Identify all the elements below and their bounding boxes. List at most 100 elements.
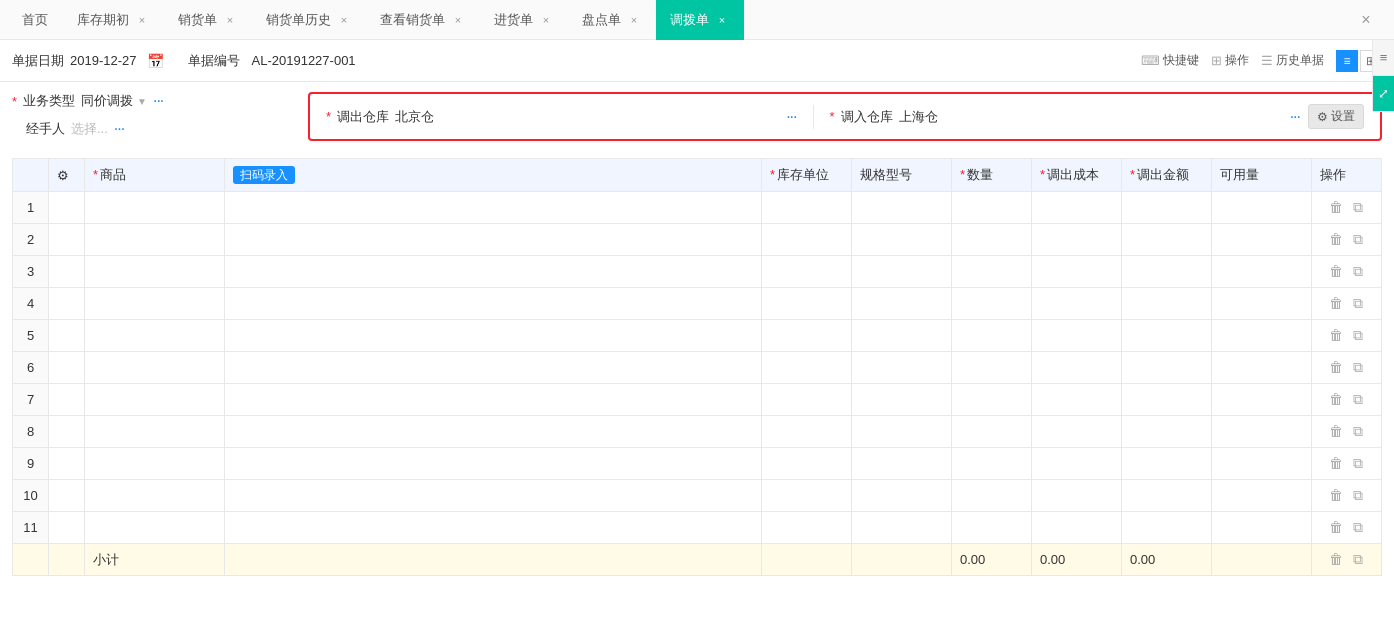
tab-close-sales-order[interactable]: × <box>223 13 237 27</box>
cell-product[interactable] <box>85 256 225 288</box>
cell-unit[interactable] <box>762 256 852 288</box>
cell-qty[interactable] <box>952 224 1032 256</box>
tab-sales-order[interactable]: 销货单 × <box>164 0 252 40</box>
cell-amount[interactable] <box>1122 352 1212 384</box>
biz-type-select[interactable]: 同价调拨 ▼ <box>81 92 147 110</box>
cell-unit[interactable] <box>762 448 852 480</box>
tab-stocktake[interactable]: 盘点单 × <box>568 0 656 40</box>
tab-home[interactable]: 首页 <box>8 0 63 40</box>
shortcut-btn[interactable]: ⌨ 快捷键 <box>1141 52 1199 69</box>
cell-cost[interactable] <box>1032 192 1122 224</box>
cell-amount[interactable] <box>1122 416 1212 448</box>
tab-sales-history[interactable]: 销货单历史 × <box>252 0 366 40</box>
handler-more-btn[interactable]: ··· <box>114 120 124 138</box>
cell-scan[interactable] <box>225 352 762 384</box>
cell-unit[interactable] <box>762 320 852 352</box>
history-btn[interactable]: ☰ 历史单据 <box>1261 52 1324 69</box>
delete-row-btn[interactable]: 🗑 <box>1327 294 1345 312</box>
cell-cost[interactable] <box>1032 416 1122 448</box>
tab-inventory-init[interactable]: 库存期初 × <box>63 0 164 40</box>
cell-product[interactable] <box>85 352 225 384</box>
cell-qty[interactable] <box>952 512 1032 544</box>
delete-row-btn[interactable]: 🗑 <box>1327 422 1345 440</box>
cell-available[interactable] <box>1212 448 1312 480</box>
tab-close-view-sales[interactable]: × <box>451 13 465 27</box>
cell-scan[interactable] <box>225 192 762 224</box>
cell-amount[interactable] <box>1122 320 1212 352</box>
copy-row-btn[interactable]: ⧉ <box>1349 199 1367 217</box>
copy-row-btn[interactable]: ⧉ <box>1349 295 1367 313</box>
scan-entry-btn[interactable]: 扫码录入 <box>233 166 295 184</box>
cell-product[interactable] <box>85 320 225 352</box>
cell-unit[interactable] <box>762 384 852 416</box>
cell-spec[interactable] <box>852 288 952 320</box>
tab-close-sales-history[interactable]: × <box>337 13 351 27</box>
cell-product[interactable] <box>85 448 225 480</box>
cell-cost[interactable] <box>1032 384 1122 416</box>
cell-scan[interactable] <box>225 384 762 416</box>
date-picker-icon[interactable]: 📅 <box>147 53 164 69</box>
handler-input[interactable]: 选择... <box>71 120 108 138</box>
cell-available[interactable] <box>1212 416 1312 448</box>
table-wrapper[interactable]: ⚙ *商品 扫码录入 *库存单位 规格型号 *数量 <box>12 158 1382 576</box>
cell-amount[interactable] <box>1122 512 1212 544</box>
delete-row-btn[interactable]: 🗑 <box>1327 390 1345 408</box>
copy-row-btn[interactable]: ⧉ <box>1349 391 1367 409</box>
cell-cost[interactable] <box>1032 480 1122 512</box>
sidebar-expand-icon[interactable]: ⤢ <box>1373 76 1395 112</box>
cell-qty[interactable] <box>952 480 1032 512</box>
cell-qty[interactable] <box>952 384 1032 416</box>
cell-cost[interactable] <box>1032 288 1122 320</box>
tab-close-stocktake[interactable]: × <box>627 13 641 27</box>
settings-col-icon[interactable]: ⚙ <box>57 168 69 183</box>
cell-scan[interactable] <box>225 288 762 320</box>
cell-qty[interactable] <box>952 416 1032 448</box>
copy-row-btn[interactable]: ⧉ <box>1349 263 1367 281</box>
cell-cost[interactable] <box>1032 256 1122 288</box>
subtotal-copy-btn[interactable]: ⧉ <box>1349 551 1367 569</box>
delete-row-btn[interactable]: 🗑 <box>1327 230 1345 248</box>
cell-scan[interactable] <box>225 224 762 256</box>
cell-available[interactable] <box>1212 512 1312 544</box>
copy-row-btn[interactable]: ⧉ <box>1349 231 1367 249</box>
operation-btn[interactable]: ⊞ 操作 <box>1211 52 1249 69</box>
cell-available[interactable] <box>1212 288 1312 320</box>
cell-product[interactable] <box>85 224 225 256</box>
cell-qty[interactable] <box>952 256 1032 288</box>
cell-spec[interactable] <box>852 480 952 512</box>
cell-spec[interactable] <box>852 512 952 544</box>
cell-qty[interactable] <box>952 352 1032 384</box>
biz-type-more-btn[interactable]: ··· <box>153 92 163 110</box>
cell-unit[interactable] <box>762 416 852 448</box>
cell-spec[interactable] <box>852 352 952 384</box>
cell-amount[interactable] <box>1122 192 1212 224</box>
copy-row-btn[interactable]: ⧉ <box>1349 359 1367 377</box>
cell-available[interactable] <box>1212 192 1312 224</box>
cell-scan[interactable] <box>225 416 762 448</box>
cell-scan[interactable] <box>225 480 762 512</box>
cell-spec[interactable] <box>852 384 952 416</box>
cell-scan[interactable] <box>225 256 762 288</box>
delete-row-btn[interactable]: 🗑 <box>1327 262 1345 280</box>
view-list-btn[interactable]: ≡ <box>1336 50 1358 72</box>
cell-unit[interactable] <box>762 512 852 544</box>
cell-product[interactable] <box>85 192 225 224</box>
cell-cost[interactable] <box>1032 512 1122 544</box>
cell-cost[interactable] <box>1032 352 1122 384</box>
cell-spec[interactable] <box>852 416 952 448</box>
cell-available[interactable] <box>1212 320 1312 352</box>
delete-row-btn[interactable]: 🗑 <box>1327 454 1345 472</box>
cell-unit[interactable] <box>762 192 852 224</box>
delete-row-btn[interactable]: 🗑 <box>1327 326 1345 344</box>
cell-product[interactable] <box>85 288 225 320</box>
cell-available[interactable] <box>1212 384 1312 416</box>
tab-transfer[interactable]: 调拨单 × <box>656 0 744 40</box>
cell-product[interactable] <box>85 384 225 416</box>
cell-unit[interactable] <box>762 224 852 256</box>
tab-close-purchase[interactable]: × <box>539 13 553 27</box>
cell-cost[interactable] <box>1032 448 1122 480</box>
copy-row-btn[interactable]: ⧉ <box>1349 327 1367 345</box>
cell-amount[interactable] <box>1122 288 1212 320</box>
warehouse-out-more-btn[interactable]: ··· <box>786 108 796 126</box>
cell-cost[interactable] <box>1032 320 1122 352</box>
